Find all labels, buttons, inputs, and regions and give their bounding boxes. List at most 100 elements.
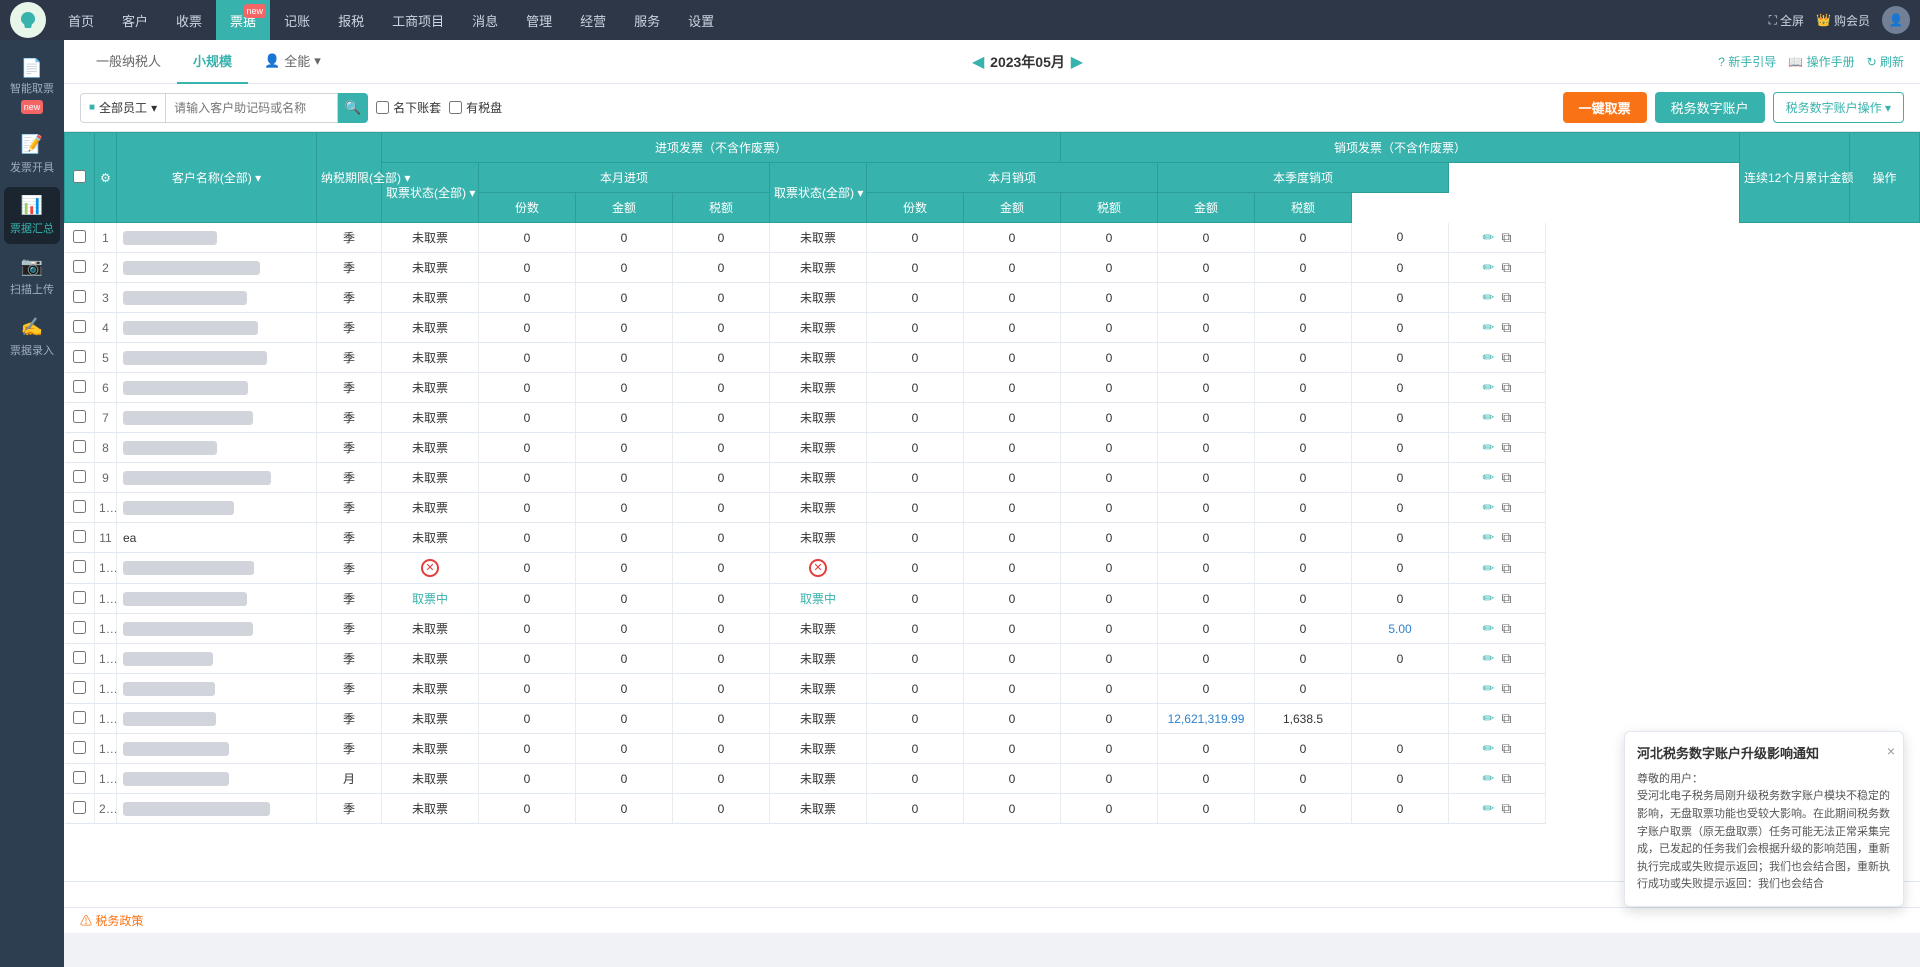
- copy-icon[interactable]: ⧉: [1502, 289, 1512, 305]
- row-checkbox[interactable]: [65, 734, 95, 764]
- nav-invoice-collect[interactable]: 收票: [162, 0, 216, 40]
- row-client-name[interactable]: [117, 764, 317, 794]
- row-client-name[interactable]: [117, 584, 317, 614]
- row-client-name[interactable]: [117, 283, 317, 313]
- user-avatar[interactable]: 👤: [1882, 6, 1910, 34]
- copy-icon[interactable]: ⧉: [1502, 229, 1512, 245]
- next-month-btn[interactable]: ▶: [1065, 50, 1089, 74]
- copy-icon[interactable]: ⧉: [1502, 800, 1512, 816]
- copy-icon[interactable]: ⧉: [1502, 590, 1512, 606]
- edit-icon[interactable]: ✏: [1482, 289, 1494, 305]
- edit-icon[interactable]: ✏: [1482, 499, 1494, 515]
- row-client-name[interactable]: [117, 373, 317, 403]
- row-client-name[interactable]: [117, 704, 317, 734]
- tax-digital-op-btn[interactable]: 税务数字账户操作 ▾: [1773, 92, 1904, 123]
- row-client-name[interactable]: [117, 734, 317, 764]
- row-client-name[interactable]: [117, 223, 317, 253]
- edit-icon[interactable]: ✏: [1482, 379, 1494, 395]
- edit-icon[interactable]: ✏: [1482, 590, 1494, 606]
- row-checkbox[interactable]: [65, 463, 95, 493]
- search-input[interactable]: [165, 93, 338, 123]
- row-client-name[interactable]: [117, 553, 317, 584]
- edit-icon[interactable]: ✏: [1482, 469, 1494, 485]
- edit-icon[interactable]: ✏: [1482, 650, 1494, 666]
- row-client-name[interactable]: [117, 794, 317, 824]
- copy-icon[interactable]: ⧉: [1502, 770, 1512, 786]
- edit-icon[interactable]: ✏: [1482, 560, 1494, 576]
- select-all-checkbox[interactable]: [73, 170, 86, 183]
- edit-icon[interactable]: ✏: [1482, 259, 1494, 275]
- row-checkbox[interactable]: [65, 403, 95, 433]
- copy-icon[interactable]: ⧉: [1502, 560, 1512, 576]
- row-client-name[interactable]: [117, 674, 317, 704]
- row-client-name[interactable]: [117, 493, 317, 523]
- edit-icon[interactable]: ✏: [1482, 710, 1494, 726]
- edit-icon[interactable]: ✏: [1482, 740, 1494, 756]
- copy-icon[interactable]: ⧉: [1502, 469, 1512, 485]
- nav-message[interactable]: 消息: [458, 0, 512, 40]
- tax-digital-btn[interactable]: 税务数字账户: [1655, 92, 1765, 123]
- edit-icon[interactable]: ✏: [1482, 319, 1494, 335]
- nav-operation[interactable]: 经营: [566, 0, 620, 40]
- row-client-name[interactable]: [117, 433, 317, 463]
- edit-icon[interactable]: ✏: [1482, 229, 1494, 245]
- row-client-name[interactable]: [117, 253, 317, 283]
- edit-icon[interactable]: ✏: [1482, 409, 1494, 425]
- row-checkbox[interactable]: [65, 794, 95, 824]
- tab-all[interactable]: 👤 全能 ▾: [248, 40, 337, 84]
- edit-icon[interactable]: ✏: [1482, 620, 1494, 636]
- copy-icon[interactable]: ⧉: [1502, 620, 1512, 636]
- copy-icon[interactable]: ⧉: [1502, 259, 1512, 275]
- row-checkbox[interactable]: [65, 523, 95, 553]
- tab-general[interactable]: 一般纳税人: [80, 40, 177, 84]
- tax-policy-link[interactable]: ⚠ 税务政策: [80, 912, 143, 929]
- row-checkbox[interactable]: [65, 313, 95, 343]
- nav-accounting[interactable]: 记账: [270, 0, 324, 40]
- row-checkbox[interactable]: [65, 584, 95, 614]
- refresh-btn[interactable]: ↻ 刷新: [1867, 53, 1904, 70]
- row-checkbox[interactable]: [65, 644, 95, 674]
- copy-icon[interactable]: ⧉: [1502, 650, 1512, 666]
- edit-icon[interactable]: ✏: [1482, 800, 1494, 816]
- row-checkbox[interactable]: [65, 373, 95, 403]
- copy-icon[interactable]: ⧉: [1502, 499, 1512, 515]
- sidebar-item-invoice-summary[interactable]: 📊 票据汇总: [4, 187, 60, 244]
- copy-icon[interactable]: ⧉: [1502, 319, 1512, 335]
- one-click-ticket-btn[interactable]: 一键取票: [1563, 92, 1647, 123]
- sidebar-item-open-invoice[interactable]: 📝 发票开具: [4, 126, 60, 183]
- prev-month-btn[interactable]: ◀: [966, 50, 990, 74]
- row-checkbox[interactable]: [65, 764, 95, 794]
- row-checkbox[interactable]: [65, 433, 95, 463]
- sidebar-item-smart-invoice[interactable]: 📄 智能取票 new: [4, 50, 60, 122]
- row-checkbox[interactable]: [65, 283, 95, 313]
- row-client-name[interactable]: [117, 403, 317, 433]
- nav-client[interactable]: 客户: [108, 0, 162, 40]
- popup-close-btn[interactable]: ×: [1887, 740, 1895, 762]
- edit-icon[interactable]: ✏: [1482, 439, 1494, 455]
- edit-icon[interactable]: ✏: [1482, 529, 1494, 545]
- row-client-name[interactable]: ea: [117, 523, 317, 553]
- employee-select[interactable]: ■ 全部员工 ▾: [80, 93, 165, 123]
- nav-business[interactable]: 工商项目: [378, 0, 458, 40]
- copy-icon[interactable]: ⧉: [1502, 680, 1512, 696]
- nav-settings[interactable]: 设置: [674, 0, 728, 40]
- nav-invoice[interactable]: 票据 new: [216, 0, 270, 40]
- edit-icon[interactable]: ✏: [1482, 770, 1494, 786]
- nav-home[interactable]: 首页: [54, 0, 108, 40]
- edit-icon[interactable]: ✏: [1482, 349, 1494, 365]
- row-checkbox[interactable]: [65, 614, 95, 644]
- row-checkbox[interactable]: [65, 674, 95, 704]
- copy-icon[interactable]: ⧉: [1502, 529, 1512, 545]
- nav-service[interactable]: 服务: [620, 0, 674, 40]
- row-checkbox[interactable]: [65, 704, 95, 734]
- row-client-name[interactable]: [117, 313, 317, 343]
- row-client-name[interactable]: [117, 644, 317, 674]
- row-client-name[interactable]: [117, 463, 317, 493]
- nav-tax[interactable]: 报税: [324, 0, 378, 40]
- row-checkbox[interactable]: [65, 553, 95, 584]
- row-checkbox[interactable]: [65, 223, 95, 253]
- sidebar-item-scan-upload[interactable]: 📷 扫描上传: [4, 248, 60, 305]
- new-guide-btn[interactable]: ? 新手引导: [1718, 53, 1776, 70]
- manual-btn[interactable]: 📖 操作手册: [1788, 53, 1854, 70]
- fullscreen-btn[interactable]: ⛶ 全屏: [1769, 12, 1804, 29]
